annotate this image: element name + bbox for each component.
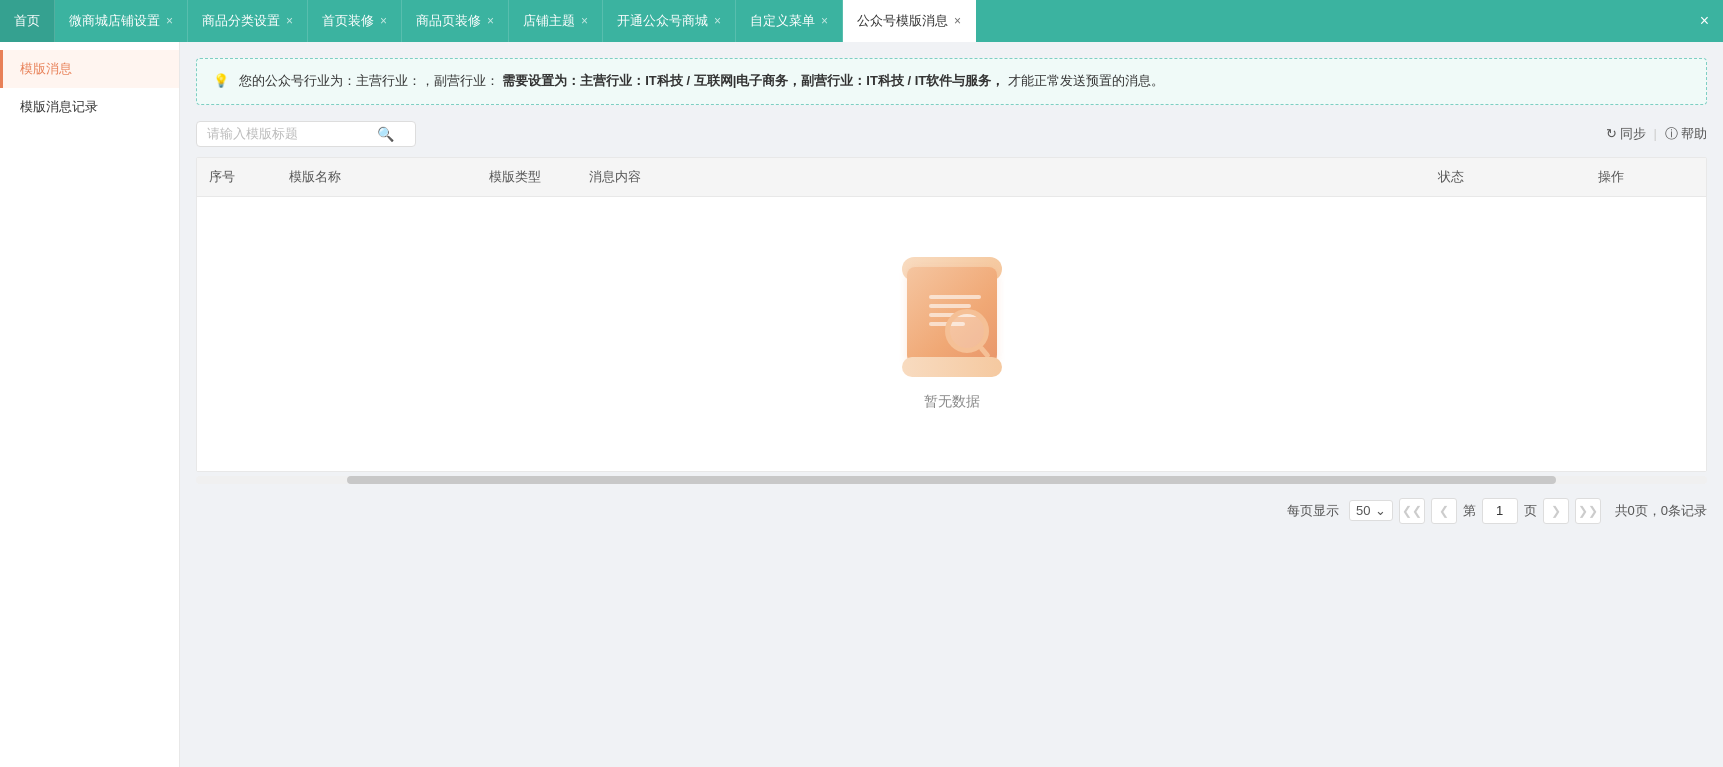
divider: | [1654, 126, 1657, 141]
line1 [929, 295, 981, 299]
close-tab-homepage-decor[interactable]: × [380, 14, 387, 28]
pagination: 每页显示 50 ⌄ ❮❮ ❮ 第 页 ❯ ❯❯ 共0页，0条记录 [196, 488, 1707, 534]
page-size-label: 每页显示 [1287, 502, 1339, 520]
tab-template-message[interactable]: 公众号模版消息 × [843, 0, 976, 42]
close-tab-custom-menu[interactable]: × [821, 14, 828, 28]
empty-state: 暂无数据 [197, 197, 1706, 471]
toolbar-right: ↻ 同步 | ⓘ 帮助 [1606, 125, 1707, 143]
search-icon[interactable]: 🔍 [377, 126, 394, 142]
page-label-prefix: 第 [1463, 502, 1476, 520]
help-button[interactable]: ⓘ 帮助 [1665, 125, 1707, 143]
prev-page-button[interactable]: ❮ [1431, 498, 1457, 524]
first-page-button[interactable]: ❮❮ [1399, 498, 1425, 524]
tab-custom-menu[interactable]: 自定义菜单 × [736, 0, 843, 42]
main-layout: 模版消息 模版消息记录 💡 您的公众号行业为：主营行业：，副营行业： 需要设置为… [0, 42, 1723, 767]
tab-store-settings[interactable]: 微商城店铺设置 × [55, 0, 188, 42]
chevron-down-icon: ⌄ [1375, 503, 1386, 518]
page-size-select[interactable]: 50 ⌄ [1349, 500, 1392, 521]
help-icon: ⓘ [1665, 125, 1678, 143]
page-number-input[interactable] [1482, 498, 1518, 524]
sidebar-item-template-records[interactable]: 模版消息记录 [0, 88, 179, 126]
col-header-type: 模版类型 [477, 158, 577, 196]
page-label-suffix: 页 [1524, 502, 1537, 520]
sync-button[interactable]: ↻ 同步 [1606, 125, 1646, 143]
content-area: 💡 您的公众号行业为：主营行业：，副营行业： 需要设置为：主营行业：IT科技 /… [180, 42, 1723, 767]
sidebar: 模版消息 模版消息记录 [0, 42, 180, 767]
close-tab-store-settings[interactable]: × [166, 14, 173, 28]
scroll-bottom-decoration [902, 357, 1002, 377]
col-header-action: 操作 [1586, 158, 1706, 196]
col-header-content: 消息内容 [577, 158, 1426, 196]
next-page-button[interactable]: ❯ [1543, 498, 1569, 524]
close-tab-product-decor[interactable]: × [487, 14, 494, 28]
close-tab-template-message[interactable]: × [954, 14, 961, 28]
notice-box: 💡 您的公众号行业为：主营行业：，副营行业： 需要设置为：主营行业：IT科技 /… [196, 58, 1707, 105]
search-box[interactable]: 🔍 [196, 121, 416, 147]
table-header: 序号 模版名称 模版类型 消息内容 状态 操作 [197, 158, 1706, 197]
col-header-name: 模版名称 [277, 158, 477, 196]
table-scrollbar[interactable] [196, 476, 1707, 484]
tab-open-shop[interactable]: 开通公众号商城 × [603, 0, 736, 42]
tab-homepage-decor[interactable]: 首页装修 × [308, 0, 402, 42]
close-all-button[interactable]: × [1686, 12, 1723, 30]
toolbar: 🔍 ↻ 同步 | ⓘ 帮助 [196, 121, 1707, 147]
tab-category-settings[interactable]: 商品分类设置 × [188, 0, 308, 42]
empty-icon [892, 257, 1012, 377]
close-tab-open-shop[interactable]: × [714, 14, 721, 28]
scroll-body [907, 267, 997, 367]
tab-product-decor[interactable]: 商品页装修 × [402, 0, 509, 42]
data-table: 序号 模版名称 模版类型 消息内容 状态 操作 [196, 157, 1707, 472]
sidebar-item-template-message[interactable]: 模版消息 [0, 50, 179, 88]
line2 [929, 304, 971, 308]
col-header-status: 状态 [1426, 158, 1586, 196]
search-input[interactable] [207, 126, 377, 141]
page-total-label: 共0页，0条记录 [1615, 502, 1707, 520]
table-scrollbar-thumb[interactable] [347, 476, 1556, 484]
tab-store-theme[interactable]: 店铺主题 × [509, 0, 603, 42]
close-tab-category[interactable]: × [286, 14, 293, 28]
top-navigation: 首页 微商城店铺设置 × 商品分类设置 × 首页装修 × 商品页装修 × 店铺主… [0, 0, 1723, 42]
close-tab-store-theme[interactable]: × [581, 14, 588, 28]
notice-icon: 💡 [213, 73, 229, 88]
sync-icon: ↻ [1606, 126, 1617, 141]
col-header-seq: 序号 [197, 158, 277, 196]
empty-text: 暂无数据 [924, 393, 980, 411]
tab-home[interactable]: 首页 [0, 0, 55, 42]
last-page-button[interactable]: ❯❯ [1575, 498, 1601, 524]
